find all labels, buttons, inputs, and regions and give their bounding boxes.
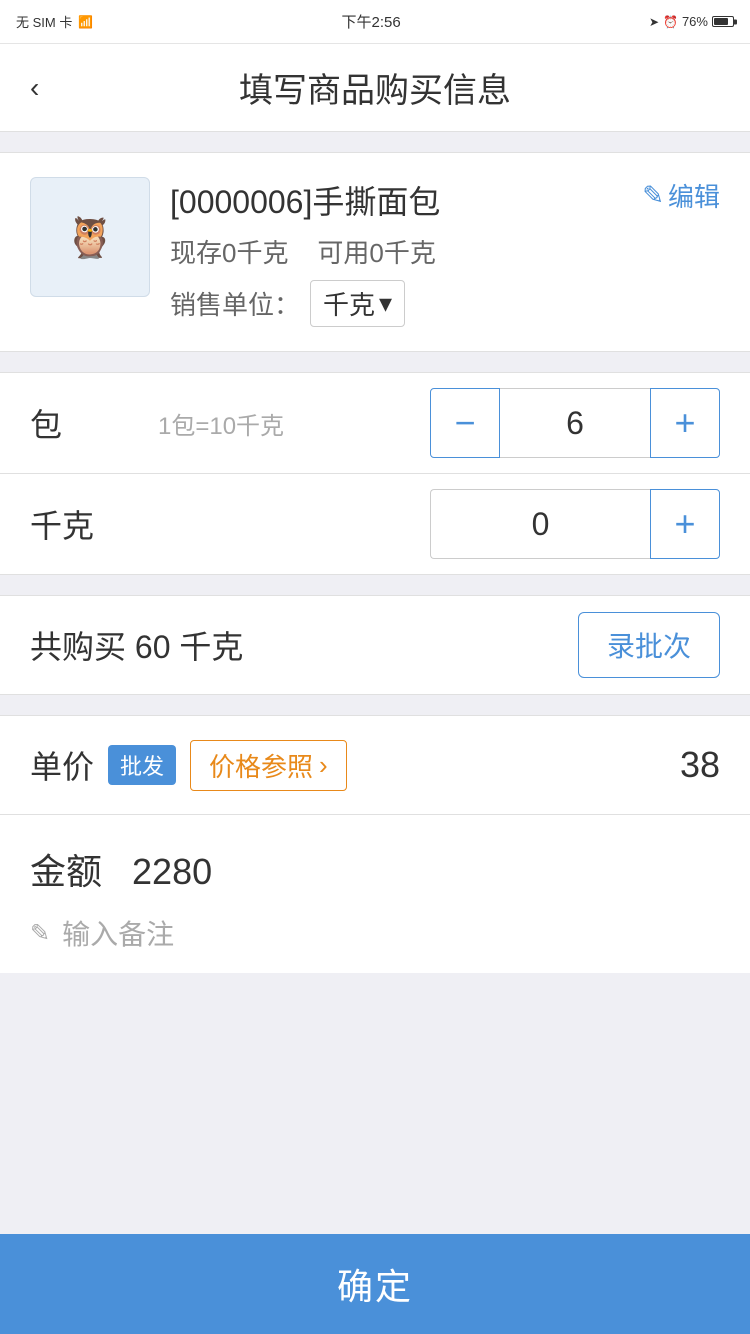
status-time: 下午2:56 — [342, 11, 401, 32]
bao-input-section: 包 1包=10千克 − + — [0, 372, 750, 474]
bao-label: 包 — [30, 400, 150, 446]
edit-icon: ✎ — [642, 180, 664, 211]
product-image: 🦉 — [30, 177, 150, 297]
bao-input[interactable] — [500, 388, 650, 458]
kg-label: 千克 — [30, 501, 150, 547]
wifi-icon: 📶 — [78, 15, 93, 29]
battery-percent: 76% — [682, 14, 708, 29]
amount-row: 金额 2280 — [30, 843, 720, 895]
product-info: [0000006]手撕面包 现存0千克 可用0千克 销售单位： 千克 ▾ — [170, 177, 720, 327]
price-value: 38 — [680, 744, 720, 786]
alarm-icon: ⏰ — [663, 15, 678, 29]
battery-icon — [712, 16, 734, 27]
product-section: 🦉 [0000006]手撕面包 现存0千克 可用0千克 销售单位： 千克 ▾ ✎… — [0, 152, 750, 352]
bao-minus-button[interactable]: − — [430, 388, 500, 458]
batch-button[interactable]: 录批次 — [578, 612, 720, 678]
kg-input[interactable] — [430, 489, 650, 559]
sim-status: 无 SIM 卡 — [16, 12, 72, 31]
amount-value: 2280 — [132, 851, 212, 892]
product-stock: 现存0千克 可用0千克 — [170, 233, 720, 270]
product-logo: 🦉 — [65, 214, 115, 261]
status-bar: 无 SIM 卡 📶 下午2:56 ➤ ⏰ 76% — [0, 0, 750, 44]
bottom-spacer — [0, 973, 750, 1093]
unit-dropdown[interactable]: 千克 ▾ — [310, 280, 405, 327]
kg-controls: + — [430, 489, 720, 559]
bao-hint: 1包=10千克 — [158, 406, 284, 441]
page-title: 填写商品购买信息 — [239, 63, 511, 112]
kg-input-row: 千克 + — [0, 474, 750, 574]
price-section: 单价 批发 价格参照 › 38 — [0, 715, 750, 815]
price-ref-button[interactable]: 价格参照 › — [190, 740, 347, 791]
bao-input-row: 包 1包=10千克 − + — [0, 373, 750, 473]
pencil-icon: ✎ — [30, 919, 50, 948]
status-left: 无 SIM 卡 📶 — [16, 12, 93, 31]
price-label: 单价 — [30, 742, 94, 788]
total-text: 共购买 60 千克 — [30, 622, 243, 668]
location-icon: ➤ — [649, 15, 659, 29]
kg-input-section: 千克 + — [0, 474, 750, 575]
amount-section: 金额 2280 ✎ 输入备注 — [0, 815, 750, 973]
edit-link[interactable]: ✎ 编辑 — [642, 177, 720, 214]
bao-controls: − + — [430, 388, 720, 458]
status-right: ➤ ⏰ 76% — [649, 14, 734, 29]
confirm-button[interactable]: 确定 — [0, 1234, 750, 1334]
remark-row[interactable]: ✎ 输入备注 — [30, 913, 720, 953]
nav-bar: ‹ 填写商品购买信息 — [0, 44, 750, 132]
back-button[interactable]: ‹ — [30, 72, 39, 104]
product-unit-row: 销售单位： 千克 ▾ — [170, 280, 720, 327]
remark-placeholder: 输入备注 — [62, 913, 174, 953]
product-name: [0000006]手撕面包 — [170, 177, 720, 223]
total-section: 共购买 60 千克 录批次 — [0, 595, 750, 695]
bao-plus-button[interactable]: + — [650, 388, 720, 458]
kg-plus-button[interactable]: + — [650, 489, 720, 559]
price-tag: 批发 — [108, 745, 176, 785]
